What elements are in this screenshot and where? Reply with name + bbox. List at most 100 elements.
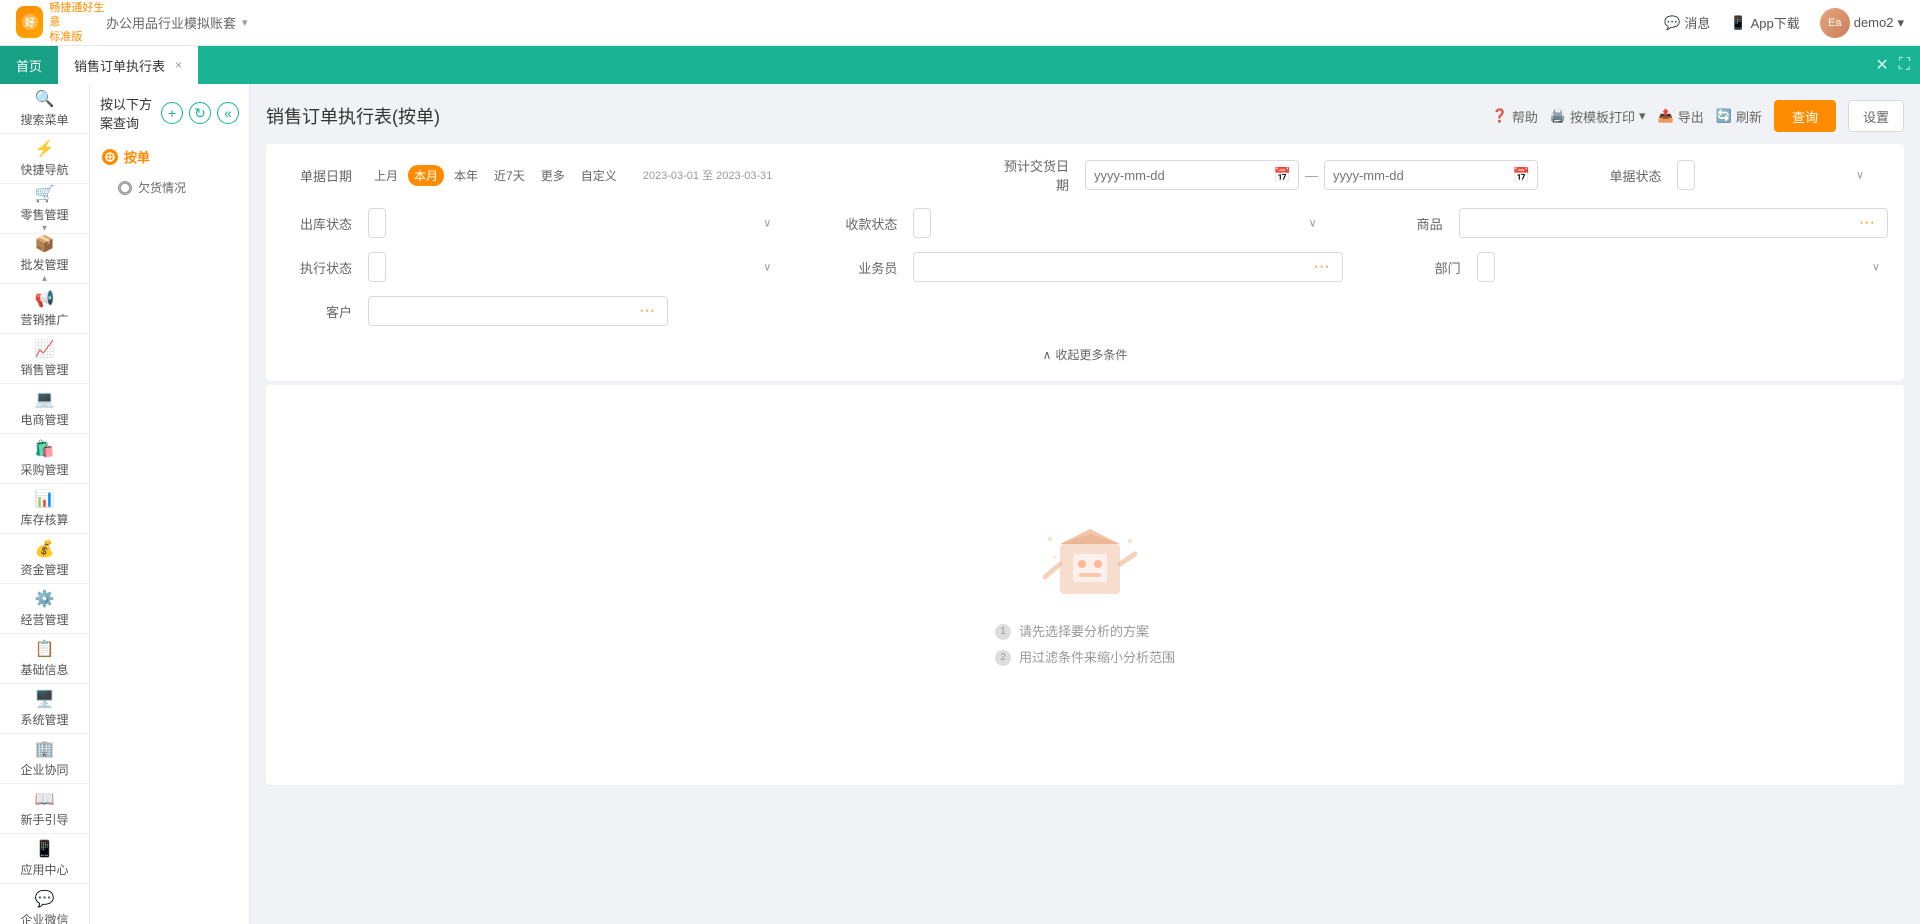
sidebar-item-newuser[interactable]: 📖 新手引导	[0, 784, 89, 834]
export-button[interactable]: 📤 导出	[1658, 107, 1704, 126]
sidebar-item-finance[interactable]: 💰 资金管理	[0, 534, 89, 584]
page-actions: ❓ 帮助 🖨️ 按模板打印 ▾ 📤 导出 🔄 刷新 查询 设置	[1492, 100, 1904, 132]
expand-icon: ▾	[42, 223, 47, 234]
plan-item-order[interactable]: 按单	[90, 140, 249, 173]
user-chevron-icon: ▾	[1897, 15, 1904, 31]
sidebar-item-purchase[interactable]: 🛍️ 采购管理	[0, 434, 89, 484]
page-title-bar: 销售订单执行表(按单) ❓ 帮助 🖨️ 按模板打印 ▾ 📤 导出 🔄 刷新	[266, 100, 1904, 132]
appcenter-icon: 📱	[35, 839, 55, 859]
settings-button[interactable]: 设置	[1848, 100, 1904, 132]
sidebar-item-sales[interactable]: 📈 销售管理	[0, 334, 89, 384]
operations-icon: ⚙️	[35, 589, 55, 609]
salesperson-ellipsis-btn[interactable]: ···	[1310, 258, 1334, 276]
template-print-label: 按模板打印	[1570, 107, 1635, 126]
refresh-icon: 🔄	[1716, 108, 1732, 124]
app-download-button[interactable]: 📱 App下载	[1730, 13, 1799, 32]
empty-steps: 1 请先选择要分析的方案 2 用过滤条件来缩小分析范围	[995, 619, 1175, 671]
date-tab-custom[interactable]: 自定义	[575, 165, 623, 186]
salesperson-field: ···	[913, 252, 1342, 282]
sidebar-item-retail[interactable]: 🛒 零售管理 ▾	[0, 184, 89, 234]
logo-icon: 好	[16, 6, 43, 38]
date-separator: —	[1305, 168, 1318, 183]
template-print-button[interactable]: 🖨️ 按模板打印 ▾	[1550, 107, 1646, 126]
plan-arrears-label: 欠货情况	[138, 179, 186, 196]
department-select[interactable]	[1477, 252, 1495, 282]
payment-status-select[interactable]	[913, 208, 931, 238]
execution-status-select[interactable]	[368, 252, 386, 282]
add-plan-button[interactable]: +	[161, 102, 183, 124]
avatar: Ea	[1820, 8, 1850, 38]
svg-text:好: 好	[24, 16, 35, 29]
sidebar-item-system[interactable]: 🖥️ 系统管理	[0, 684, 89, 734]
chevron-down-icon[interactable]: ▾	[242, 16, 248, 29]
sidebar: 🔍 搜索菜单 ⚡ 快捷导航 🛒 零售管理 ▾ 📦 批发管理 ▴ 📢 营销推广 📈…	[0, 84, 90, 924]
date-from-input[interactable]	[1085, 160, 1299, 190]
expand-icon2: ▴	[42, 273, 47, 284]
customer-ellipsis-btn[interactable]: ···	[635, 302, 659, 320]
collapse-label: 收起更多条件	[1055, 346, 1127, 363]
sidebar-item-appcenter[interactable]: 📱 应用中心	[0, 834, 89, 884]
content-card: 1 请先选择要分析的方案 2 用过滤条件来缩小分析范围	[266, 385, 1904, 785]
doc-status-select[interactable]	[1677, 160, 1695, 190]
sidebar-item-operations[interactable]: ⚙️ 经营管理	[0, 584, 89, 634]
newuser-icon: 📖	[35, 789, 55, 809]
sidebar-item-marketing[interactable]: 📢 营销推广	[0, 284, 89, 334]
query-button[interactable]: 查询	[1774, 100, 1836, 132]
goods-ellipsis-btn[interactable]: ···	[1855, 214, 1879, 232]
help-button[interactable]: ❓ 帮助	[1492, 107, 1538, 126]
date-tab-this-month[interactable]: 本月	[408, 165, 444, 186]
collapse-more-conditions-button[interactable]: ∧ 收起更多条件	[282, 340, 1888, 369]
company-icon: 🏢	[35, 739, 55, 759]
sidebar-retail-label: 零售管理	[20, 206, 68, 223]
messages-button[interactable]: 💬 消息	[1664, 13, 1710, 32]
sidebar-item-wechat[interactable]: 💬 企业微信	[0, 884, 89, 924]
sidebar-item-basic[interactable]: 📋 基础信息	[0, 634, 89, 684]
plan-order-label: 按单	[124, 147, 150, 166]
close-icon[interactable]: ×	[175, 58, 182, 72]
date-tab-last7[interactable]: 近7天	[488, 165, 531, 186]
collapse-panel-button[interactable]: «	[217, 102, 239, 124]
wechat-icon: 💬	[35, 889, 55, 909]
sidebar-item-company[interactable]: 🏢 企业协同	[0, 734, 89, 784]
plan-item-icon	[102, 149, 118, 165]
sidebar-purchase-label: 采购管理	[20, 461, 68, 478]
user-label: demo2	[1854, 15, 1894, 30]
date-to-input[interactable]	[1324, 160, 1538, 190]
sidebar-item-wholesale[interactable]: 📦 批发管理 ▴	[0, 234, 89, 284]
tab-bar-right: ✕ ⛶	[1875, 55, 1920, 75]
step-1-num: 1	[995, 624, 1011, 640]
tab-active-label: 销售订单执行表	[74, 56, 165, 75]
sidebar-newuser-label: 新手引导	[20, 811, 68, 828]
date-tab-this-year[interactable]: 本年	[448, 165, 484, 186]
close-window-icon[interactable]: ✕	[1875, 55, 1888, 75]
plan-item-arrears[interactable]: 欠货情况	[90, 173, 249, 202]
main-layout: 🔍 搜索菜单 ⚡ 快捷导航 🛒 零售管理 ▾ 📦 批发管理 ▴ 📢 营销推广 📈…	[0, 84, 1920, 924]
date-to-wrapper: 📅	[1324, 160, 1538, 190]
sidebar-item-ecommerce[interactable]: 💻 电商管理	[0, 384, 89, 434]
sidebar-marketing-label: 营销推广	[20, 311, 68, 328]
step-2-text: 用过滤条件来缩小分析范围	[1019, 645, 1175, 671]
sidebar-finance-label: 资金管理	[20, 561, 68, 578]
sidebar-wholesale-label: 批发管理	[20, 256, 68, 273]
finance-icon: 💰	[35, 539, 55, 559]
filter-row-1: 单据日期 上月 本月 本年 近7天 更多 自定义 2023-03-01 至 20…	[282, 156, 1888, 194]
delivery-status-select[interactable]	[368, 208, 386, 238]
sidebar-item-inventory[interactable]: 📊 库存核算	[0, 484, 89, 534]
maximize-icon[interactable]: ⛶	[1899, 56, 1910, 74]
tab-sales-order-exec[interactable]: 销售订单执行表 ×	[58, 46, 198, 84]
goods-label: 商品	[1373, 214, 1443, 233]
payment-status-wrapper	[913, 208, 1324, 238]
sidebar-system-label: 系统管理	[20, 711, 68, 728]
sidebar-item-quicknav[interactable]: ⚡ 快捷导航	[0, 134, 89, 184]
sidebar-item-search[interactable]: 🔍 搜索菜单	[0, 84, 89, 134]
department-wrapper	[1477, 252, 1888, 282]
refresh-plan-button[interactable]: ↻	[189, 102, 211, 124]
date-tab-more[interactable]: 更多	[535, 165, 571, 186]
download-icon: 📱	[1730, 15, 1746, 31]
user-menu[interactable]: Ea demo2 ▾	[1820, 8, 1904, 38]
date-tab-last-month[interactable]: 上月	[368, 165, 404, 186]
empty-state: 1 请先选择要分析的方案 2 用过滤条件来缩小分析范围	[995, 419, 1175, 751]
refresh-button[interactable]: 🔄 刷新	[1716, 107, 1762, 126]
date-range-display: 2023-03-01 至 2023-03-31	[643, 167, 773, 183]
tab-home[interactable]: 首页	[0, 46, 58, 84]
